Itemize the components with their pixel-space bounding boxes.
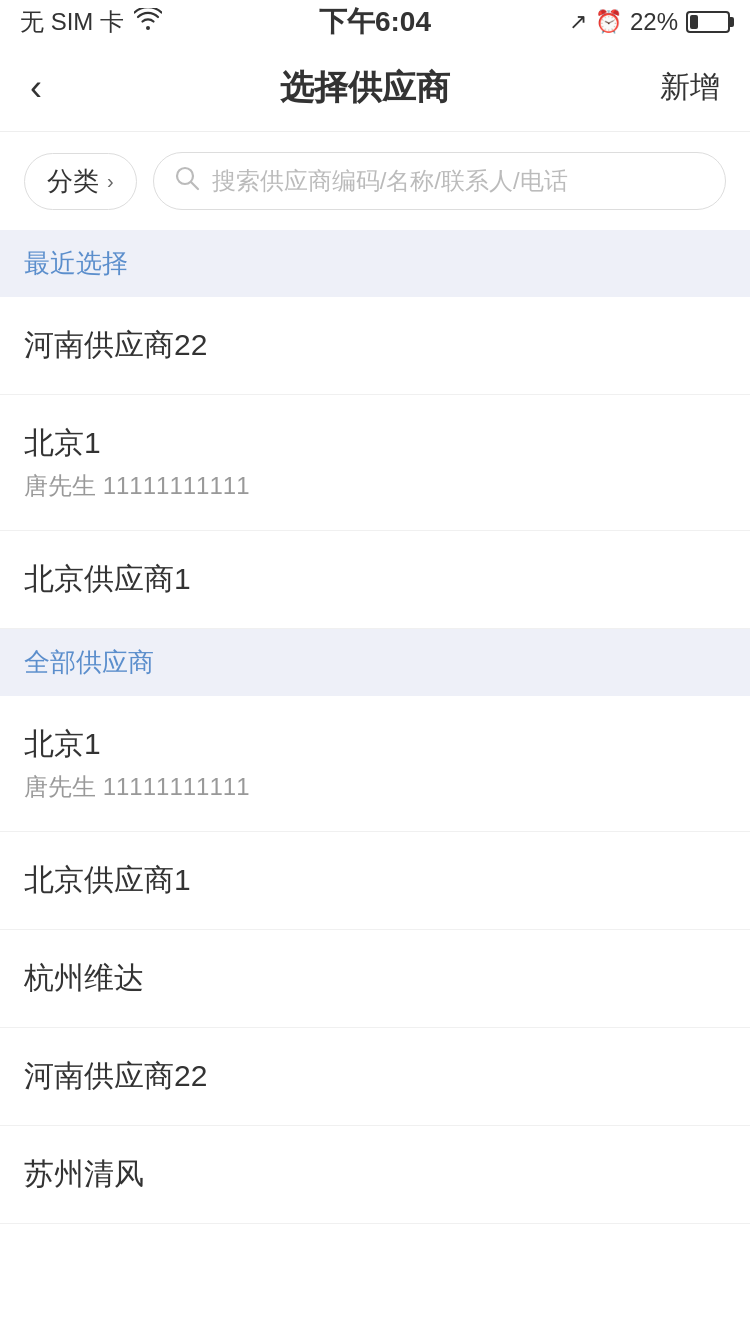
location-icon: ↗ xyxy=(569,9,587,35)
carrier-label: 无 SIM 卡 xyxy=(20,6,124,38)
battery-percent: 22% xyxy=(630,8,678,36)
list-item[interactable]: 河南供应商22 xyxy=(0,1028,750,1126)
list-item[interactable]: 河南供应商22 xyxy=(0,297,750,395)
section-header-recent: 最近选择 xyxy=(0,230,750,297)
battery-icon xyxy=(686,11,730,33)
supplier-name: 北京1 xyxy=(24,724,726,765)
status-right: ↗ ⏰ 22% xyxy=(569,8,730,36)
svg-line-1 xyxy=(191,182,198,189)
page-title: 选择供应商 xyxy=(280,65,450,111)
supplier-name: 杭州维达 xyxy=(24,958,726,999)
sections-container: 最近选择河南供应商22 北京1 唐先生 11111111111 北京供应商1 全部供应商… xyxy=(0,230,750,1224)
supplier-name: 河南供应商22 xyxy=(24,1056,726,1097)
supplier-sub: 唐先生 11111111111 xyxy=(24,771,726,803)
supplier-name: 北京供应商1 xyxy=(24,860,726,901)
list-item[interactable]: 北京1 唐先生 11111111111 xyxy=(0,696,750,832)
status-bar: 无 SIM 卡 下午6:04 ↗ ⏰ 22% xyxy=(0,0,750,44)
search-input[interactable]: 搜索供应商编码/名称/联系人/电话 xyxy=(153,152,726,210)
list-item[interactable]: 北京1 唐先生 11111111111 xyxy=(0,395,750,531)
status-time: 下午6:04 xyxy=(319,3,431,41)
list-item[interactable]: 杭州维达 xyxy=(0,930,750,1028)
supplier-name: 苏州清风 xyxy=(24,1154,726,1195)
supplier-name: 北京供应商1 xyxy=(24,559,726,600)
filter-bar: 分类 › 搜索供应商编码/名称/联系人/电话 xyxy=(0,132,750,230)
new-button[interactable]: 新增 xyxy=(640,67,720,108)
search-placeholder-text: 搜索供应商编码/名称/联系人/电话 xyxy=(212,165,568,197)
section-header-all: 全部供应商 xyxy=(0,629,750,696)
back-button[interactable]: ‹ xyxy=(30,67,90,109)
supplier-name: 河南供应商22 xyxy=(24,325,726,366)
supplier-sub: 唐先生 11111111111 xyxy=(24,470,726,502)
search-icon xyxy=(174,165,200,197)
list-item[interactable]: 北京供应商1 xyxy=(0,531,750,629)
category-button[interactable]: 分类 › xyxy=(24,153,137,210)
list-item[interactable]: 苏州清风 xyxy=(0,1126,750,1224)
status-left: 无 SIM 卡 xyxy=(20,6,162,38)
alarm-icon: ⏰ xyxy=(595,9,622,35)
chevron-right-icon: › xyxy=(107,170,114,193)
supplier-name: 北京1 xyxy=(24,423,726,464)
list-item[interactable]: 北京供应商1 xyxy=(0,832,750,930)
category-label: 分类 xyxy=(47,164,99,199)
nav-bar: ‹ 选择供应商 新增 xyxy=(0,44,750,132)
wifi-icon xyxy=(134,8,162,36)
